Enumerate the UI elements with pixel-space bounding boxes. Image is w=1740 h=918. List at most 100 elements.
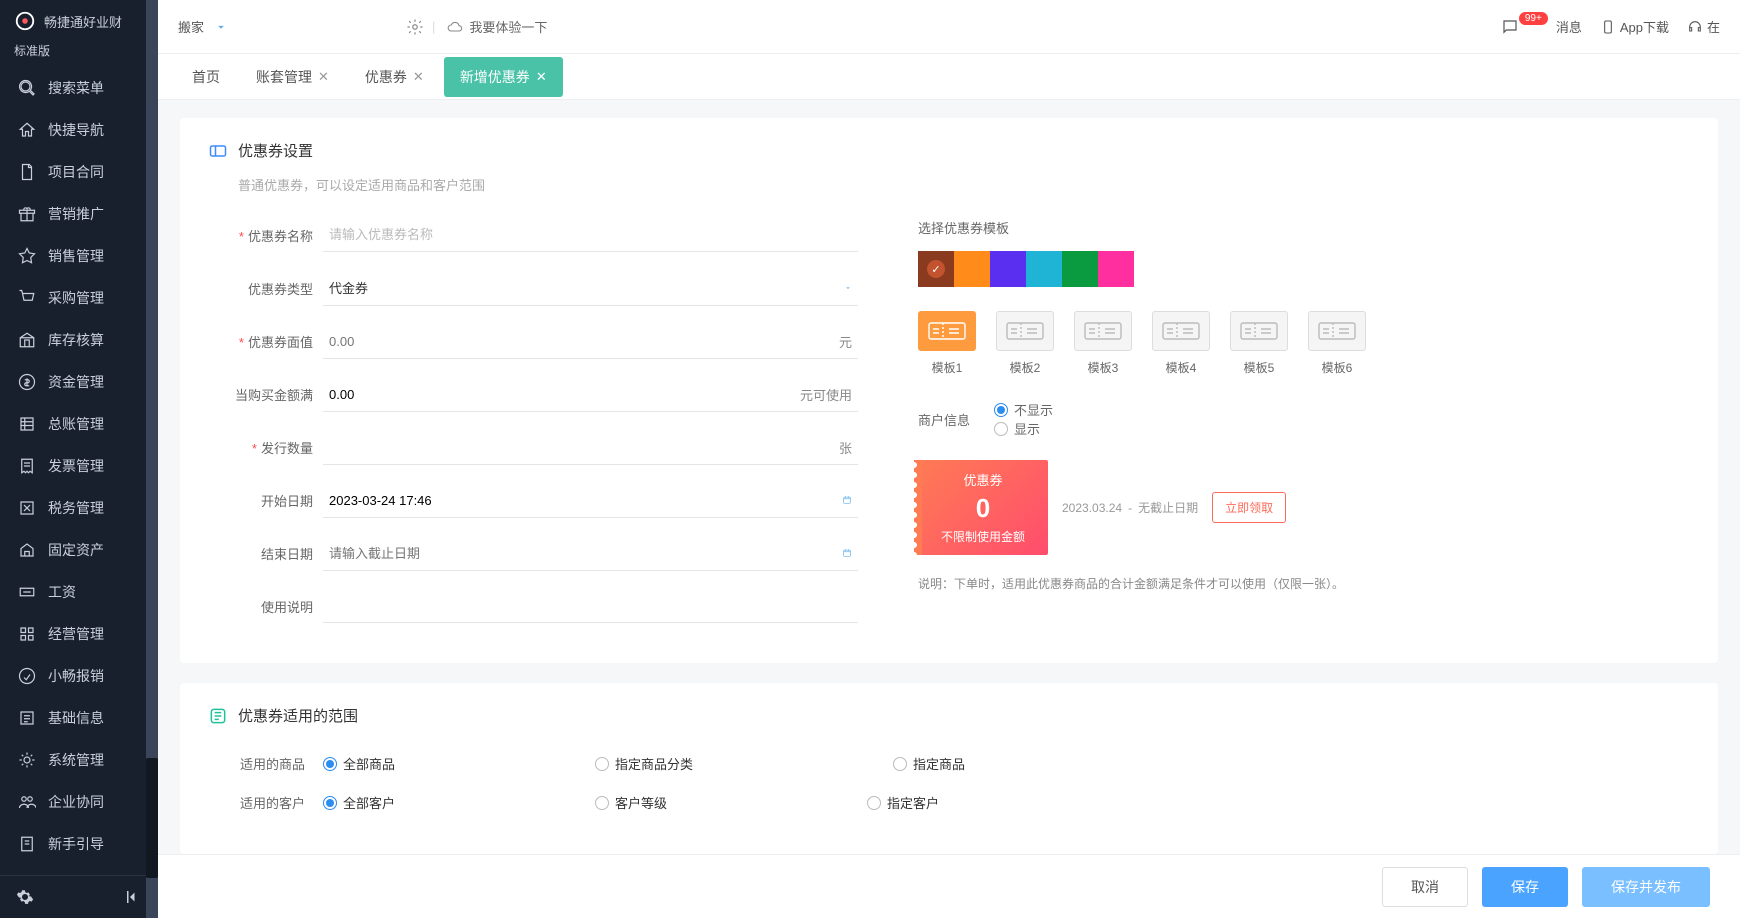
money-icon (18, 373, 36, 391)
cancel-button[interactable]: 取消 (1382, 867, 1468, 907)
sidebar-item-12[interactable]: 工资 (0, 571, 158, 613)
section-title: 优惠券设置 (238, 140, 313, 161)
support-link[interactable]: 在 (1687, 17, 1720, 36)
org-selector[interactable]: 搬家 (178, 17, 398, 36)
label-coupon-name: 优惠券名称 (208, 226, 323, 245)
content: 优惠券设置 普通优惠券，可以设定适用商品和客户范围 优惠券名称 优惠券类型 代金… (158, 100, 1740, 918)
section-desc: 普通优惠券，可以设定适用商品和客户范围 (238, 175, 1690, 194)
radio-merchant-1[interactable]: 显示 (994, 419, 1053, 438)
label-coupon-value: 优惠券面值 (208, 332, 323, 351)
sidebar-item-5[interactable]: 采购管理 (0, 277, 158, 319)
tab-0[interactable]: 首页 (176, 57, 236, 97)
sidebar-item-8[interactable]: 总账管理 (0, 403, 158, 445)
input-end-date[interactable] (323, 536, 842, 570)
sidebar-scrollbar[interactable] (146, 0, 158, 918)
tab-3[interactable]: 新增优惠券✕ (444, 57, 563, 97)
radio-merchant-0[interactable]: 不显示 (994, 400, 1053, 419)
sidebar-item-9[interactable]: 发票管理 (0, 445, 158, 487)
scope2-opt-2[interactable]: 指定客户 (867, 793, 939, 812)
sidebar-item-14[interactable]: 小畅报销 (0, 655, 158, 697)
scope-icon (208, 706, 228, 726)
ticket-icon (1005, 319, 1045, 343)
tab-close-icon[interactable]: ✕ (318, 69, 329, 85)
tab-close-icon[interactable]: ✕ (413, 69, 424, 85)
preview-condition: 不限制使用金额 (924, 528, 1042, 545)
sidebar-item-2[interactable]: 项目合同 (0, 151, 158, 193)
select-coupon-type[interactable]: 代金券 (323, 270, 858, 306)
input-coupon-name[interactable] (323, 218, 858, 252)
tab-1[interactable]: 账套管理✕ (240, 57, 345, 97)
label-threshold: 当购买金额满 (208, 385, 323, 404)
color-swatch-5[interactable] (1098, 251, 1134, 287)
footer-actions: 取消 保存 保存并发布 (158, 854, 1740, 918)
sidebar-item-1[interactable]: 快捷导航 (0, 109, 158, 151)
messages-link[interactable]: 99+ 消息 (1501, 17, 1582, 36)
input-usage-note[interactable] (323, 589, 858, 623)
settings-icon[interactable] (16, 888, 34, 906)
sidebar-item-6[interactable]: 库存核算 (0, 319, 158, 361)
save-publish-button[interactable]: 保存并发布 (1582, 867, 1710, 907)
color-swatch-3[interactable] (1026, 251, 1062, 287)
template-4[interactable]: 模板5 (1230, 311, 1288, 376)
brand-title: 畅捷通好业财 (44, 12, 122, 31)
label-usage-note: 使用说明 (208, 597, 323, 616)
preview-claim-button[interactable]: 立即领取 (1212, 492, 1286, 523)
color-swatch-4[interactable] (1062, 251, 1098, 287)
color-swatch-1[interactable] (954, 251, 990, 287)
input-threshold[interactable] (323, 377, 794, 411)
template-0[interactable]: 模板1 (918, 311, 976, 376)
scope2-opt-1[interactable]: 客户等级 (595, 793, 667, 812)
input-start-date[interactable] (323, 483, 842, 517)
sidebar-item-7[interactable]: 资金管理 (0, 361, 158, 403)
sidebar-item-16[interactable]: 系统管理 (0, 739, 158, 781)
scope1-opt-1[interactable]: 指定商品分类 (595, 754, 693, 773)
input-quantity[interactable] (323, 430, 833, 464)
usage-note: 说明：下单时，适用此优惠券商品的合计金额满足条件才可以使用（仅限一张）。 (918, 575, 1690, 592)
sidebar: 畅捷通好业财 标准版 搜索菜单快捷导航项目合同营销推广销售管理采购管理库存核算资… (0, 0, 158, 918)
scope1-opt-0[interactable]: 全部商品 (323, 754, 395, 773)
brand-logo-icon (14, 10, 36, 32)
scope2-opt-0[interactable]: 全部客户 (323, 793, 395, 812)
template-5[interactable]: 模板6 (1308, 311, 1366, 376)
tax-icon (18, 499, 36, 517)
sidebar-item-15[interactable]: 基础信息 (0, 697, 158, 739)
sidebar-item-0[interactable]: 搜索菜单 (0, 67, 158, 109)
scope1-opt-2[interactable]: 指定商品 (893, 754, 965, 773)
save-button[interactable]: 保存 (1482, 867, 1568, 907)
tab-close-icon[interactable]: ✕ (536, 69, 547, 85)
collapse-icon[interactable] (124, 888, 142, 906)
color-swatches (918, 251, 1690, 287)
experience-link[interactable]: 我要体验一下 (447, 17, 547, 36)
template-3[interactable]: 模板4 (1152, 311, 1210, 376)
sidebar-nav: 搜索菜单快捷导航项目合同营销推广销售管理采购管理库存核算资金管理总账管理发票管理… (0, 67, 158, 875)
sidebar-item-11[interactable]: 固定资产 (0, 529, 158, 571)
template-1[interactable]: 模板2 (996, 311, 1054, 376)
preview-title: 优惠券 (924, 470, 1042, 489)
sidebar-item-3[interactable]: 营销推广 (0, 193, 158, 235)
salary-icon (18, 583, 36, 601)
main: 搬家 | 我要体验一下 99+ 消息 App下载 (158, 0, 1740, 918)
calendar-icon[interactable] (842, 492, 858, 508)
app-download-link[interactable]: App下载 (1600, 17, 1669, 36)
panel-coupon-scope: 优惠券适用的范围 适用的商品 全部商品指定商品分类指定商品 适用的客户 全部客户… (180, 683, 1718, 854)
input-coupon-value[interactable] (323, 324, 833, 358)
reimburse-icon (18, 667, 36, 685)
template-2[interactable]: 模板3 (1074, 311, 1132, 376)
chevron-down-icon (844, 281, 858, 295)
sidebar-item-13[interactable]: 经营管理 (0, 613, 158, 655)
sidebar-item-18[interactable]: 新手引导 (0, 823, 158, 865)
sidebar-item-10[interactable]: 税务管理 (0, 487, 158, 529)
info-icon (18, 709, 36, 727)
tab-2[interactable]: 优惠券✕ (349, 57, 440, 97)
gear-icon[interactable] (406, 18, 424, 36)
sidebar-item-4[interactable]: 销售管理 (0, 235, 158, 277)
cloud-icon (447, 19, 463, 35)
label-quantity: 发行数量 (208, 438, 323, 457)
calendar-icon[interactable] (842, 545, 858, 561)
gift-icon (18, 205, 36, 223)
chat-icon (1501, 18, 1519, 36)
color-swatch-2[interactable] (990, 251, 1026, 287)
sidebar-item-17[interactable]: 企业协同 (0, 781, 158, 823)
color-swatch-0[interactable] (918, 251, 954, 287)
label-scope-customer: 适用的客户 (208, 793, 323, 812)
